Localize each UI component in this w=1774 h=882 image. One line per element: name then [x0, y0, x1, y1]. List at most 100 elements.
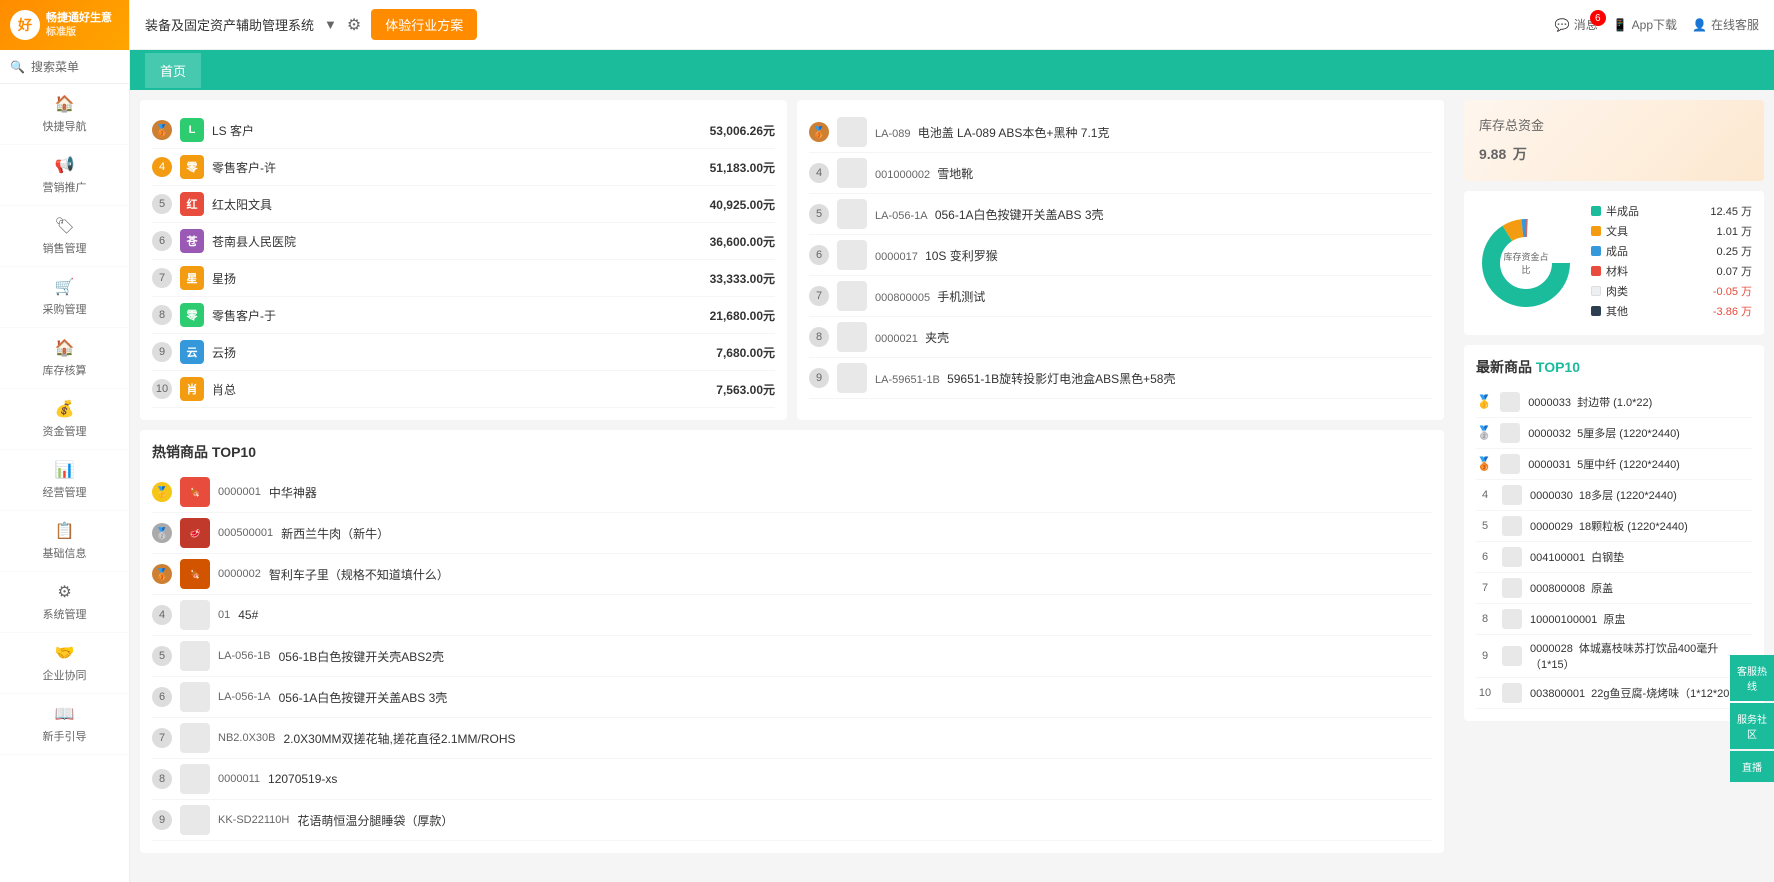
rank-name: 云扬 [212, 344, 708, 361]
chart-inner: 库存资金占比 半成品 12.45 万 [1476, 203, 1752, 323]
donut-chart: 库存资金占比 [1476, 213, 1576, 313]
product-info: 0000021 夹壳 [875, 329, 1432, 346]
nav-home[interactable]: 首页 [145, 53, 201, 88]
rank-amount: 7,680.00元 [716, 344, 775, 361]
rank-avatar: 云 [180, 340, 204, 364]
rank-num: 9 [1476, 650, 1494, 662]
hot-sales-panel: 🥉 LA-089 电池盖 LA-089 ABS本色+黑种 7.1克 4 0010… [797, 100, 1444, 420]
product-img [837, 117, 867, 147]
rank-amount: 33,333.00元 [710, 270, 775, 287]
online-service[interactable]: 👤 在线客服 [1692, 16, 1759, 33]
product-item: 🥇 🍖 0000001 中华神器 [152, 472, 1432, 513]
rank-name: 肖总 [212, 381, 708, 398]
product-img [837, 199, 867, 229]
legend-dot [1591, 206, 1601, 216]
sidebar-item-finance[interactable]: 💰 资金管理 [0, 389, 129, 450]
top-panels: 🥉 L LS 客户 53,006.26元 4 零 零售客户-许 51,183.0… [140, 100, 1444, 420]
float-btn-live[interactable]: 直播 [1730, 751, 1774, 782]
rank-name: 零售客户-许 [212, 159, 702, 176]
legend-item: 成品 0.25 万 [1591, 243, 1752, 259]
legend-dot [1591, 306, 1601, 316]
rank-num: 5 [809, 204, 829, 224]
new-product-item: 10 003800001 22g鱼豆腐-烧烤味（1*12*20） [1476, 678, 1752, 709]
logo-icon: 好 [10, 10, 40, 40]
product-item: 9 KK-SD22110H 花语萌恒温分腿睡袋（厚款） [152, 800, 1432, 841]
rank-avatar: 星 [180, 266, 204, 290]
product-img [180, 641, 210, 671]
sidebar-item-operations[interactable]: 📊 经营管理 [0, 450, 129, 511]
sidebar-item-inventory[interactable]: 🏠 库存核算 [0, 328, 129, 389]
float-btn-service[interactable]: 客服热线 [1730, 655, 1774, 701]
purchase-icon: 🛒 [55, 277, 75, 297]
right-panel: 库存总资金 9.88 万 [1454, 90, 1774, 882]
legend-item: 半成品 12.45 万 [1591, 203, 1752, 219]
marketing-icon: 📢 [55, 155, 75, 175]
inventory-label: 库存总资金 [1479, 115, 1749, 134]
product-item: 4 01 45# [152, 595, 1432, 636]
sidebar-item-marketing[interactable]: 📢 营销推广 [0, 145, 129, 206]
sidebar-logo: 好 畅捷通好生意 标准版 [0, 0, 129, 50]
rank-avatar: L [180, 118, 204, 142]
rank-num-3: 🥉 [152, 120, 172, 140]
rank-item: 7 星 星扬 33,333.00元 [152, 260, 775, 297]
topbar-right: 💬 消息 6 📱 App下载 👤 在线客服 [1555, 16, 1759, 33]
message-icon: 💬 [1555, 18, 1570, 32]
app-download[interactable]: 📱 App下载 [1613, 16, 1677, 33]
product-item: 5 LA-056-1B 056-1B白色按键开关壳ABS2壳 [152, 636, 1432, 677]
new-product-item: 9 0000028 体城嘉枝味苏打饮品400毫升（1*15） [1476, 635, 1752, 678]
rank-amount: 53,006.26元 [710, 122, 775, 139]
product-img [1502, 516, 1522, 536]
inventory-icon: 🏠 [55, 338, 75, 358]
rank-item: 9 云 云扬 7,680.00元 [152, 334, 775, 371]
product-img [1502, 683, 1522, 703]
trial-button[interactable]: 体验行业方案 [371, 9, 477, 40]
new-products-title: 最新商品 TOP10 [1476, 357, 1752, 377]
sidebar-item-basic[interactable]: 📋 基础信息 [0, 511, 129, 572]
rank-num: 8 [1476, 613, 1494, 625]
product-info: 0000017 10S 变利罗猴 [875, 247, 1432, 264]
product-item: 7 NB2.0X30B 2.0X30MM双搓花轴,搓花直径2.1MM/ROHS [152, 718, 1432, 759]
product-img [837, 281, 867, 311]
rank-amount: 36,600.00元 [710, 233, 775, 250]
rank-name: 星扬 [212, 270, 702, 287]
product-item: 🥈 🥩 000500001 新西兰牛肉（新牛） [152, 513, 1432, 554]
enterprise-icon: 🤝 [55, 643, 75, 663]
sidebar-item-guide[interactable]: 📖 新手引导 [0, 694, 129, 755]
product-img: 🍖 [180, 559, 210, 589]
message-badge[interactable]: 💬 消息 6 [1555, 16, 1598, 33]
system-title: 装备及固定资产辅助管理系统 [145, 15, 314, 34]
rank-amount: 51,183.00元 [710, 159, 775, 176]
sidebar-item-quick-nav[interactable]: 🏠 快捷导航 [0, 84, 129, 145]
sidebar-item-sales[interactable]: 🏷 销售管理 [0, 206, 129, 267]
sidebar-item-system[interactable]: ⚙ 系统管理 [0, 572, 129, 633]
product-img: 🍖 [180, 477, 210, 507]
home-icon: 🏠 [55, 94, 75, 114]
rank-num: 9 [152, 342, 172, 362]
rank-num: 6 [1476, 551, 1494, 563]
product-img [837, 240, 867, 270]
rank-amount: 40,925.00元 [710, 196, 775, 213]
rank-num: 7 [152, 728, 172, 748]
rank-item: 5 红 红太阳文具 40,925.00元 [152, 186, 775, 223]
rank-name: 苍南县人民医院 [212, 233, 702, 250]
sidebar-item-enterprise[interactable]: 🤝 企业协同 [0, 633, 129, 694]
product-item: 🥉 🍖 0000002 智利车子里（规格不知道填什么） [152, 554, 1432, 595]
legend-dot [1591, 246, 1601, 256]
gear-icon[interactable]: ⚙ [347, 15, 361, 35]
sidebar: 好 畅捷通好生意 标准版 🔍 搜索菜单 🏠 快捷导航 📢 营销推广 🏷 销售管理… [0, 0, 130, 882]
product-img [180, 764, 210, 794]
rank-item: 6 苍 苍南县人民医院 36,600.00元 [152, 223, 775, 260]
rank-num: 5 [1476, 520, 1494, 532]
main-content: 装备及固定资产辅助管理系统 ▼ ⚙ 体验行业方案 💬 消息 6 📱 App下载 … [130, 0, 1774, 882]
rank-num: 4 [152, 605, 172, 625]
rank-num: 4 [809, 163, 829, 183]
rank-avatar: 红 [180, 192, 204, 216]
float-btn-community[interactable]: 服务社区 [1730, 703, 1774, 749]
product-img [180, 600, 210, 630]
logo-text: 畅捷通好生意 标准版 [46, 11, 112, 38]
product-img: 🥩 [180, 518, 210, 548]
search-menu[interactable]: 🔍 搜索菜单 [0, 50, 129, 84]
rank-num: 6 [152, 687, 172, 707]
rank-item: 10 肖 肖总 7,563.00元 [152, 371, 775, 408]
sidebar-item-purchase[interactable]: 🛒 采购管理 [0, 267, 129, 328]
